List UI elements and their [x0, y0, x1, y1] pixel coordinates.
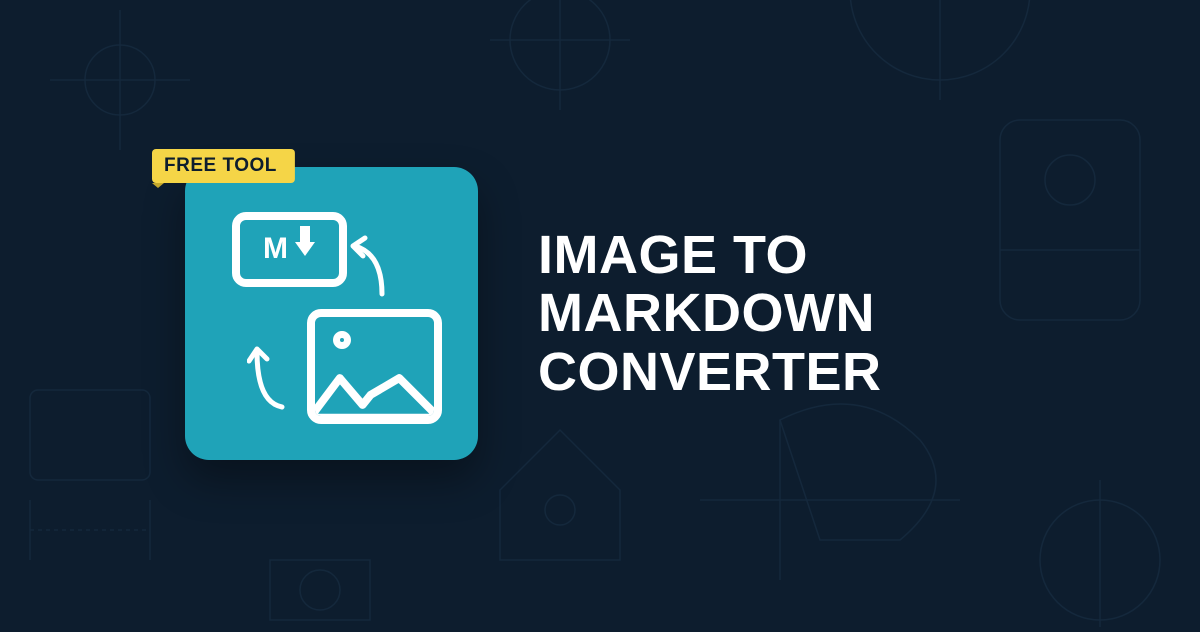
- page-title: IMAGE TO MARKDOWN CONVERTER: [538, 226, 882, 401]
- image-sun-icon: [333, 331, 351, 349]
- tool-icon-card: M: [185, 167, 478, 460]
- tool-card-wrapper: FREE TOOL M: [185, 167, 478, 460]
- title-line-3: CONVERTER: [538, 343, 882, 401]
- image-to-markdown-icon: M: [222, 204, 442, 424]
- conversion-arrow-top-icon: [347, 234, 392, 299]
- title-line-1: IMAGE TO: [538, 226, 882, 284]
- title-line-2: MARKDOWN: [538, 284, 882, 342]
- image-file-icon: [307, 309, 442, 424]
- conversion-arrow-bottom-icon: [247, 337, 292, 412]
- image-mountains-icon: [315, 363, 434, 418]
- markdown-file-icon: M: [232, 212, 347, 287]
- badge-label: FREE TOOL: [164, 155, 277, 176]
- free-tool-badge: FREE TOOL: [152, 149, 295, 183]
- markdown-m-letter: M: [263, 232, 287, 266]
- markdown-down-arrow-icon: [295, 242, 315, 256]
